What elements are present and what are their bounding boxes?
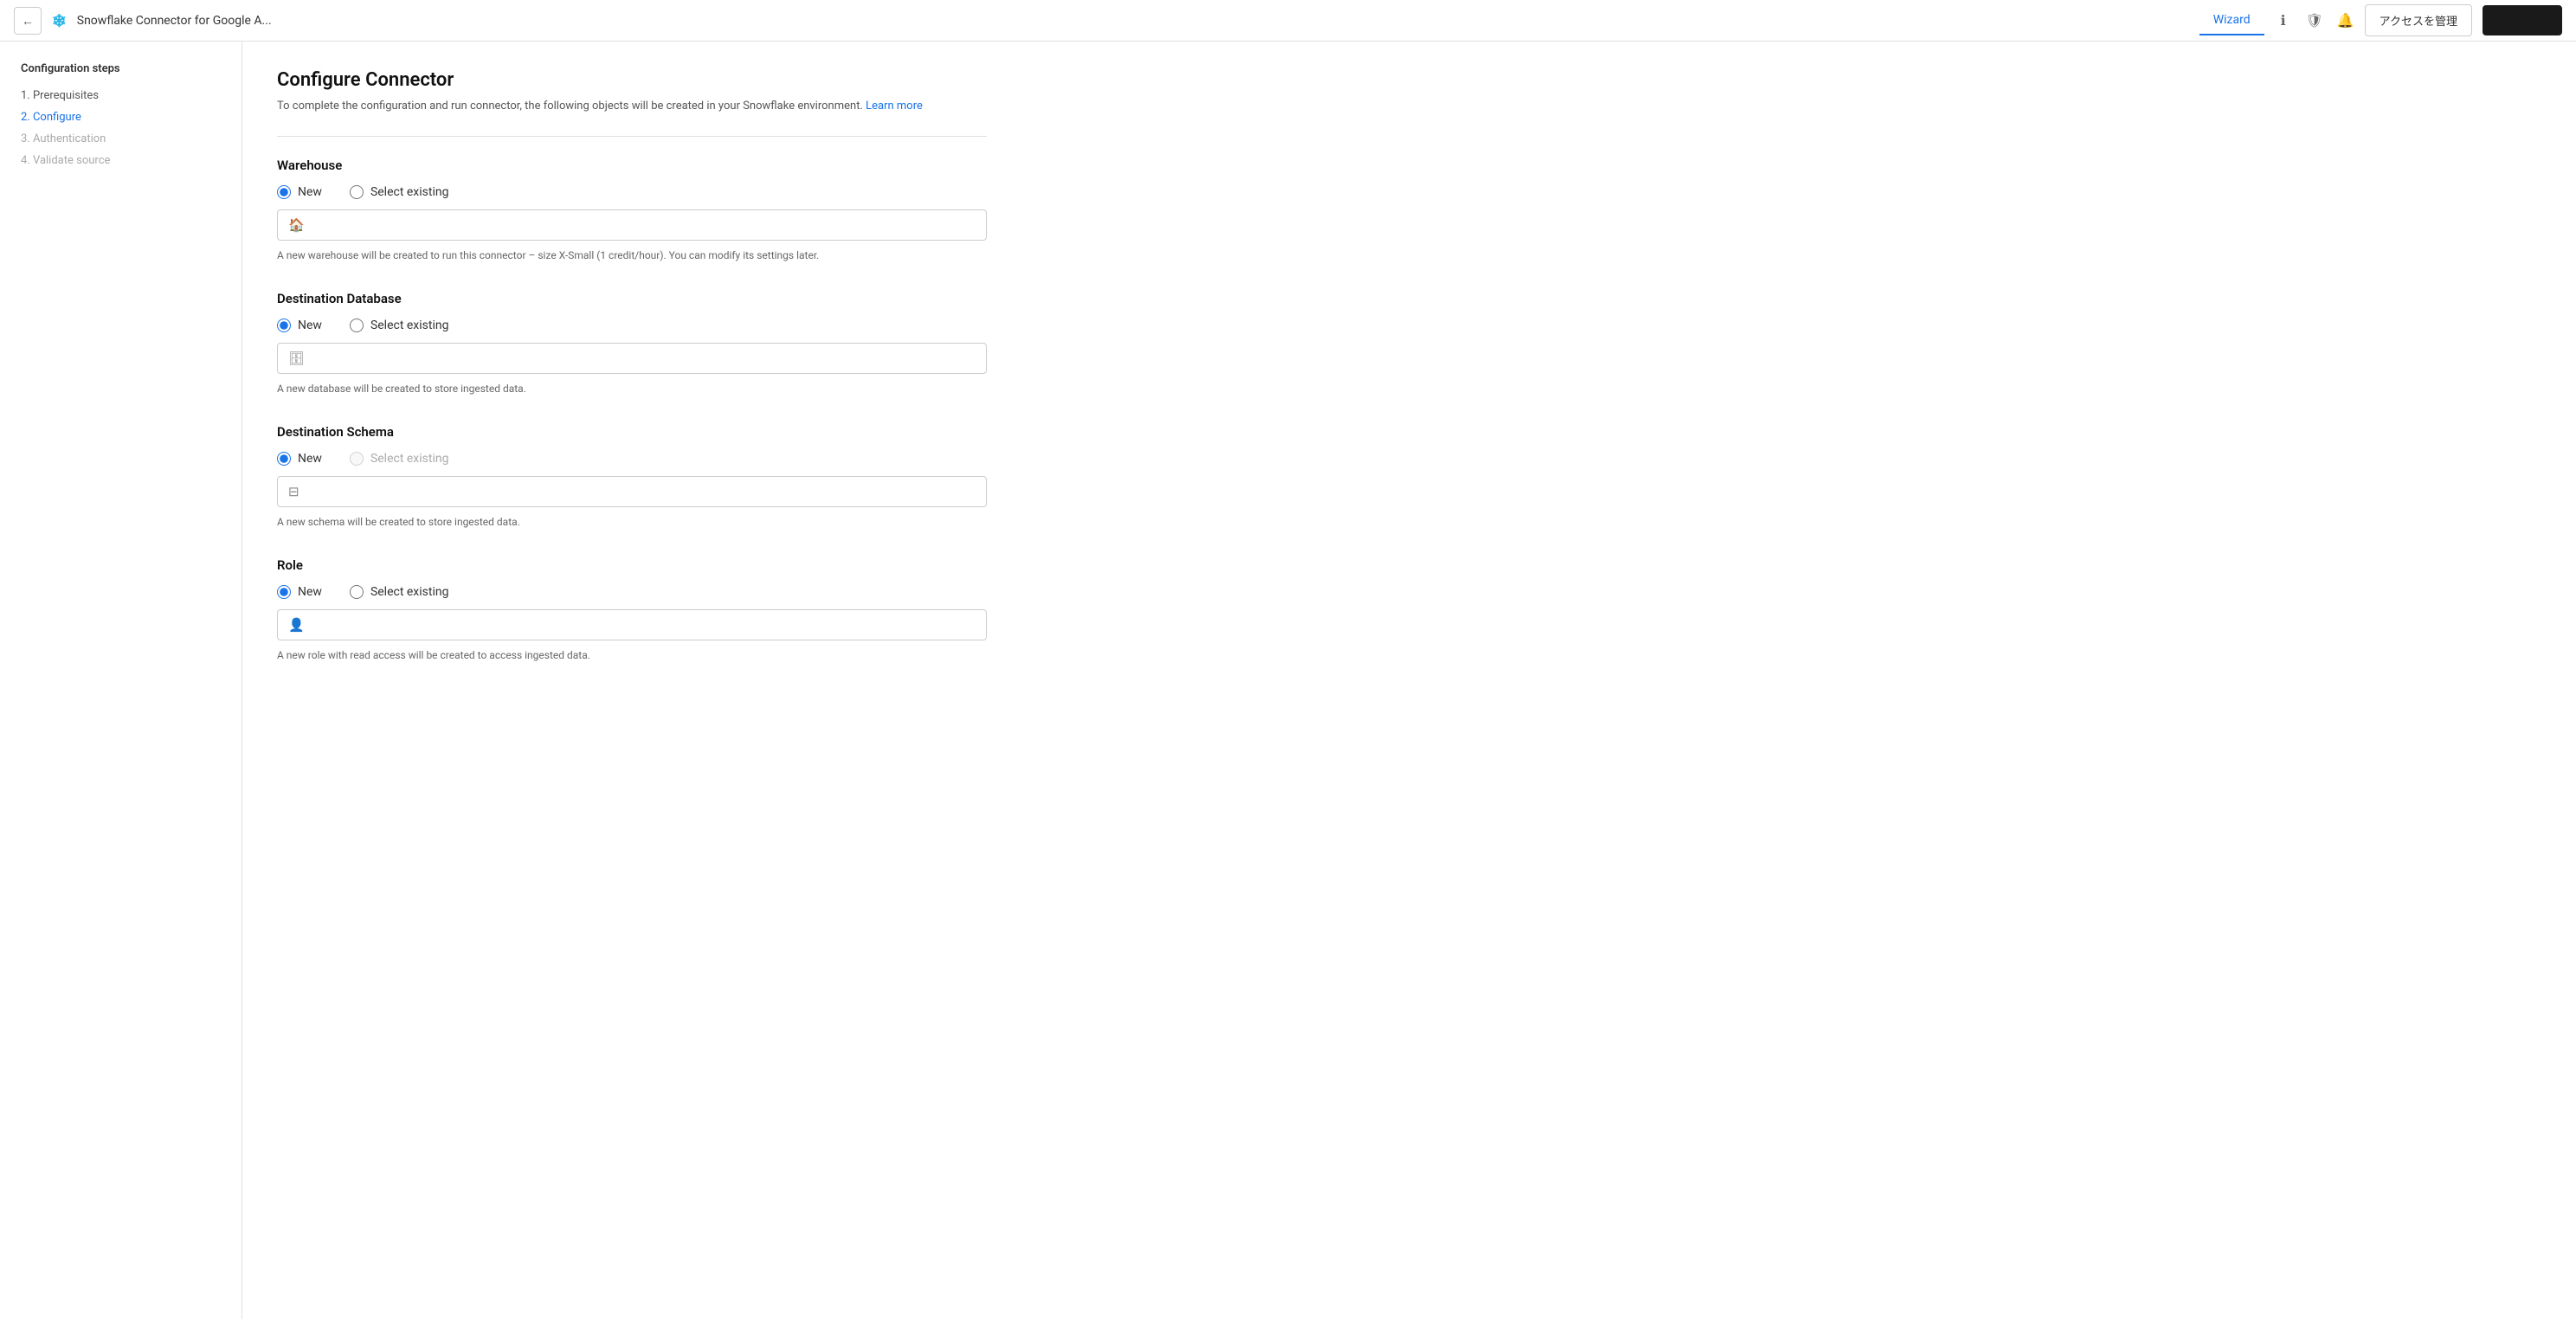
access-button[interactable]: アクセスを管理 bbox=[2365, 4, 2472, 36]
database-existing-option[interactable]: Select existing bbox=[350, 318, 449, 332]
schema-existing-option[interactable]: Select existing bbox=[350, 452, 449, 466]
warehouse-section: Warehouse New Select existing 🏠 A new wa… bbox=[277, 158, 987, 263]
learn-more-link[interactable]: Learn more bbox=[866, 100, 923, 113]
primary-action-button[interactable] bbox=[2483, 5, 2562, 35]
destination-database-radio-group: New Select existing bbox=[277, 318, 987, 332]
nav-tabs: Wizard bbox=[2199, 6, 2264, 35]
schema-new-label: New bbox=[298, 452, 322, 466]
database-existing-radio[interactable] bbox=[350, 318, 364, 332]
tab-wizard[interactable]: Wizard bbox=[2199, 6, 2264, 35]
database-new-label: New bbox=[298, 318, 322, 332]
role-input-icon: 👤 bbox=[288, 617, 305, 633]
back-button[interactable]: ← bbox=[14, 7, 42, 35]
page-title: Configure Connector bbox=[277, 69, 987, 91]
warehouse-input-wrapper: 🏠 bbox=[277, 209, 987, 241]
app-title: Snowflake Connector for Google A... bbox=[77, 14, 2189, 28]
back-icon: ← bbox=[22, 14, 34, 28]
step-label: Prerequisites bbox=[33, 89, 99, 102]
step-label: Validate source bbox=[33, 154, 110, 167]
warehouse-existing-label: Select existing bbox=[370, 185, 449, 199]
bell-icon[interactable]: 🔔 bbox=[2337, 12, 2354, 29]
warehouse-new-option[interactable]: New bbox=[277, 185, 322, 199]
step-number: 1. bbox=[21, 89, 30, 102]
step-list: 1. Prerequisites 2. Configure 3. Authent… bbox=[21, 89, 221, 167]
role-new-label: New bbox=[298, 585, 322, 599]
app-logo: ❄ bbox=[52, 10, 67, 31]
warehouse-radio-group: New Select existing bbox=[277, 185, 987, 199]
step-label: Authentication bbox=[33, 132, 106, 145]
warehouse-existing-option[interactable]: Select existing bbox=[350, 185, 449, 199]
page-description: To complete the configuration and run co… bbox=[277, 98, 987, 115]
role-new-radio[interactable] bbox=[277, 585, 291, 599]
database-new-option[interactable]: New bbox=[277, 318, 322, 332]
database-existing-label: Select existing bbox=[370, 318, 449, 332]
section-divider bbox=[277, 136, 987, 137]
role-radio-group: New Select existing bbox=[277, 585, 987, 599]
schema-input-icon: ⊟ bbox=[288, 484, 299, 499]
sidebar: Configuration steps 1. Prerequisites 2. … bbox=[0, 42, 242, 1319]
destination-database-section: Destination Database New Select existing… bbox=[277, 291, 987, 396]
schema-existing-radio[interactable] bbox=[350, 452, 364, 466]
config-steps-title: Configuration steps bbox=[21, 62, 221, 75]
destination-schema-section-title: Destination Schema bbox=[277, 424, 987, 440]
nav-icons: ℹ 🛡 🔔 bbox=[2275, 12, 2354, 29]
destination-schema-radio-group: New Select existing bbox=[277, 452, 987, 466]
step-number: 3. bbox=[21, 132, 30, 145]
database-helper-text: A new database will be created to store … bbox=[277, 381, 987, 396]
sidebar-item-validate-source[interactable]: 4. Validate source bbox=[21, 154, 221, 167]
role-input[interactable] bbox=[312, 618, 976, 631]
destination-schema-section: Destination Schema New Select existing ⊟… bbox=[277, 424, 987, 530]
role-section: Role New Select existing 👤 A new role wi… bbox=[277, 557, 987, 663]
role-input-wrapper: 👤 bbox=[277, 609, 987, 640]
warehouse-existing-radio[interactable] bbox=[350, 185, 364, 199]
database-new-radio[interactable] bbox=[277, 318, 291, 332]
schema-existing-label: Select existing bbox=[370, 452, 449, 466]
sidebar-item-configure[interactable]: 2. Configure bbox=[21, 111, 221, 124]
warehouse-input-icon: 🏠 bbox=[288, 217, 305, 233]
role-new-option[interactable]: New bbox=[277, 585, 322, 599]
role-existing-label: Select existing bbox=[370, 585, 449, 599]
warehouse-input[interactable] bbox=[312, 218, 976, 231]
warehouse-section-title: Warehouse bbox=[277, 158, 987, 173]
role-helper-text: A new role with read access will be crea… bbox=[277, 647, 987, 663]
shield-icon[interactable]: 🛡 bbox=[2306, 12, 2323, 29]
main-layout: Configuration steps 1. Prerequisites 2. … bbox=[0, 42, 2576, 1319]
database-input-wrapper: 🗄 bbox=[277, 343, 987, 374]
schema-new-option[interactable]: New bbox=[277, 452, 322, 466]
sidebar-item-authentication[interactable]: 3. Authentication bbox=[21, 132, 221, 145]
step-label: Configure bbox=[33, 111, 81, 124]
step-number: 2. bbox=[21, 111, 30, 124]
schema-helper-text: A new schema will be created to store in… bbox=[277, 514, 987, 530]
warehouse-helper-text: A new warehouse will be created to run t… bbox=[277, 248, 987, 263]
sidebar-item-prerequisites[interactable]: 1. Prerequisites bbox=[21, 89, 221, 102]
role-existing-radio[interactable] bbox=[350, 585, 364, 599]
warehouse-new-radio[interactable] bbox=[277, 185, 291, 199]
schema-input-wrapper: ⊟ bbox=[277, 476, 987, 507]
destination-database-section-title: Destination Database bbox=[277, 291, 987, 306]
warehouse-new-label: New bbox=[298, 185, 322, 199]
info-icon[interactable]: ℹ bbox=[2275, 12, 2292, 29]
database-input[interactable] bbox=[312, 351, 976, 364]
schema-input[interactable] bbox=[306, 485, 976, 498]
role-section-title: Role bbox=[277, 557, 987, 573]
database-input-icon: 🗄 bbox=[288, 351, 305, 366]
step-number: 4. bbox=[21, 154, 30, 167]
schema-new-radio[interactable] bbox=[277, 452, 291, 466]
role-existing-option[interactable]: Select existing bbox=[350, 585, 449, 599]
topnav: ← ❄ Snowflake Connector for Google A... … bbox=[0, 0, 2576, 42]
content-area: Configure Connector To complete the conf… bbox=[242, 42, 1021, 1319]
